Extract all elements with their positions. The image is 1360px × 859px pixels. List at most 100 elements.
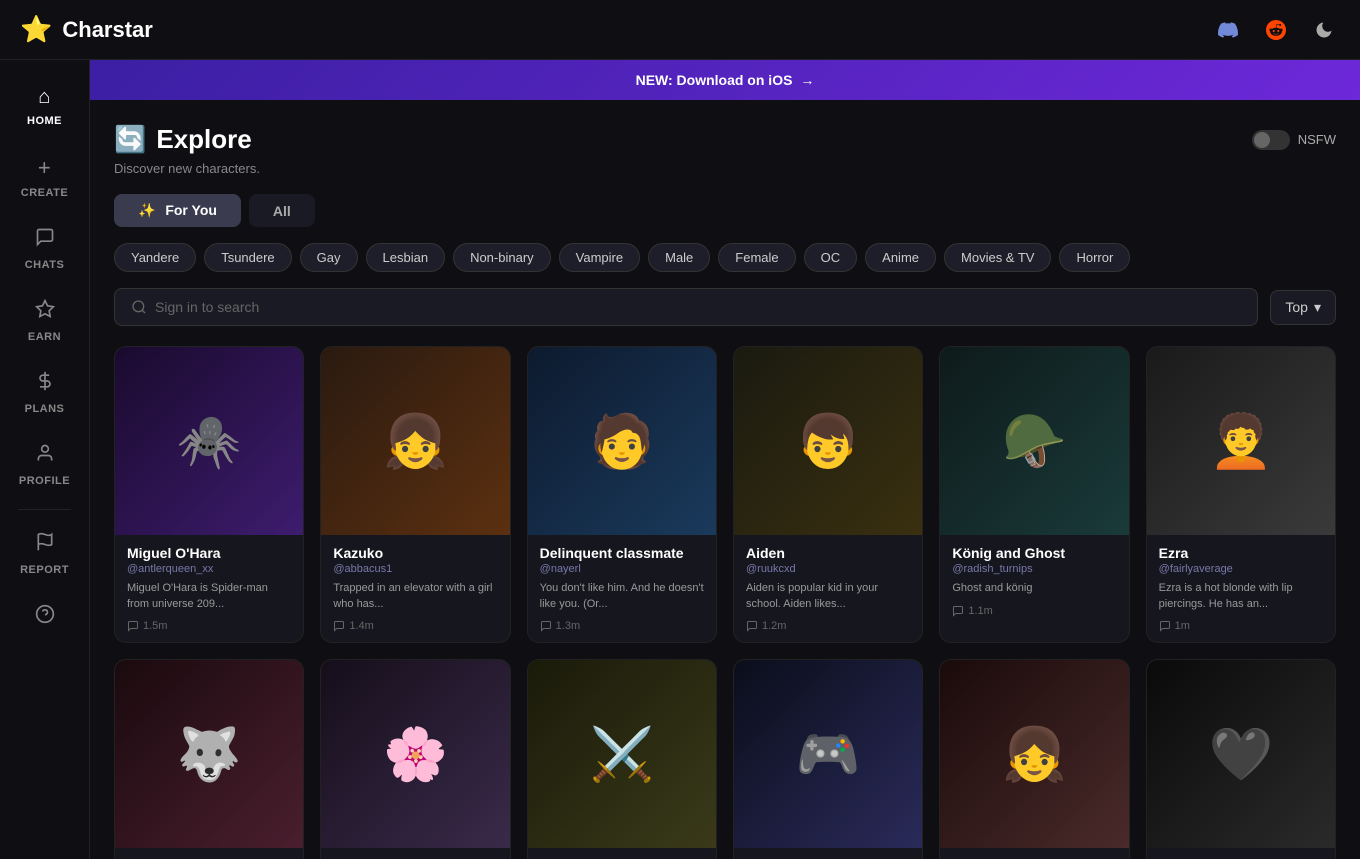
sidebar-item-profile[interactable]: PROFILE xyxy=(5,433,85,497)
chat-count-icon xyxy=(540,620,552,632)
character-card-body: Delinquent classmate @nayerl You don't l… xyxy=(528,535,716,642)
character-card[interactable]: ⚔️ Childe @vingggg xyxy=(527,659,717,859)
character-avatar: 🌸 xyxy=(321,660,509,848)
character-description: Aiden is popular kid in your school. Aid… xyxy=(746,581,910,612)
topbar-icons xyxy=(1212,14,1340,46)
character-card-body: Natsuki @deeenutss xyxy=(321,848,509,859)
character-card[interactable]: 🌸 Natsuki @deeenutss xyxy=(320,659,510,859)
character-avatar: 👦 xyxy=(734,347,922,535)
character-card[interactable]: 🎮 D.va (Overwatch) @bunny_martin xyxy=(733,659,923,859)
filter-nonbinary[interactable]: Non-binary xyxy=(453,243,551,272)
reddit-icon[interactable] xyxy=(1260,14,1292,46)
for-you-star-icon: ✨ xyxy=(138,202,155,218)
nsfw-label: NSFW xyxy=(1298,132,1336,147)
character-chat-count: 1.4m xyxy=(349,620,373,632)
sort-dropdown[interactable]: Top ▾ xyxy=(1270,290,1336,325)
character-card[interactable]: 👧 Kazuko @abbacus1 Trapped in an elevato… xyxy=(320,346,510,643)
character-name: König and Ghost xyxy=(952,545,1116,561)
theme-toggle-icon[interactable] xyxy=(1308,14,1340,46)
character-description: You don't like him. And he doesn't like … xyxy=(540,581,704,612)
main-layout: ⌂ HOME + CREATE CHATS EARN PLANS xyxy=(0,60,1360,859)
character-avatar: ⚔️ xyxy=(528,660,716,848)
chat-count-icon xyxy=(333,620,345,632)
character-chat-count: 1.3m xyxy=(556,620,580,632)
explore-tabs: ✨ For You All xyxy=(114,194,1336,227)
help-icon xyxy=(35,604,55,630)
sidebar-item-help[interactable] xyxy=(5,594,85,642)
character-card-body: Miguel O'Hara @antlerqueen_xx Miguel O'H… xyxy=(115,535,303,642)
chat-count-icon xyxy=(1159,620,1171,632)
filter-gay[interactable]: Gay xyxy=(300,243,358,272)
character-handle: @antlerqueen_xx xyxy=(127,563,291,575)
banner-arrow-icon: → xyxy=(800,72,814,88)
filter-horror[interactable]: Horror xyxy=(1059,243,1130,272)
character-card-body: Wednesday Addams (Netflix Series) @wedne… xyxy=(1147,848,1335,859)
filter-female[interactable]: Female xyxy=(718,243,795,272)
filter-vampire[interactable]: Vampire xyxy=(559,243,640,272)
character-description: Ghost and könig xyxy=(952,581,1116,596)
character-card-body: Emma (Little sister) @emmastar xyxy=(940,848,1128,859)
sidebar-item-plans[interactable]: PLANS xyxy=(5,361,85,425)
sidebar: ⌂ HOME + CREATE CHATS EARN PLANS xyxy=(0,60,90,859)
character-chat-count: 1.1m xyxy=(968,605,992,617)
search-bar[interactable]: Sign in to search xyxy=(114,288,1258,326)
sidebar-item-home[interactable]: ⌂ HOME xyxy=(5,76,85,137)
main-content: NEW: Download on iOS → 🔄 Explore NSFW Di… xyxy=(90,60,1360,859)
report-icon xyxy=(35,532,55,558)
character-chat-count: 1.5m xyxy=(143,620,167,632)
character-description: Miguel O'Hara is Spider-man from univers… xyxy=(127,581,291,612)
character-avatar: 🎮 xyxy=(734,660,922,848)
sidebar-item-report-label: REPORT xyxy=(20,564,69,576)
character-avatar: 🐺 xyxy=(115,660,303,848)
character-card-body: Childe @vingggg xyxy=(528,848,716,859)
filter-anime[interactable]: Anime xyxy=(865,243,936,272)
logo[interactable]: ⭐ Charstar xyxy=(20,14,153,45)
download-banner[interactable]: NEW: Download on iOS → xyxy=(90,60,1360,100)
character-card[interactable]: 🪖 König and Ghost @radish_turnips Ghost … xyxy=(939,346,1129,643)
filter-movies-tv[interactable]: Movies & TV xyxy=(944,243,1051,272)
nsfw-toggle[interactable]: NSFW xyxy=(1252,130,1336,150)
character-name: Miguel O'Hara xyxy=(127,545,291,561)
character-card-body: Kazuko @abbacus1 Trapped in an elevator … xyxy=(321,535,509,642)
character-card-body: Aiden @ruukcxd Aiden is popular kid in y… xyxy=(734,535,922,642)
sidebar-item-earn[interactable]: EARN xyxy=(5,289,85,353)
sidebar-item-earn-label: EARN xyxy=(28,331,61,343)
banner-text: NEW: Download on iOS xyxy=(636,72,793,88)
tab-all[interactable]: All xyxy=(249,194,315,227)
character-stats: 1m xyxy=(1159,620,1323,632)
nsfw-switch[interactable] xyxy=(1252,130,1290,150)
character-card[interactable]: 🧑 Delinquent classmate @nayerl You don't… xyxy=(527,346,717,643)
character-card[interactable]: 👦 Aiden @ruukcxd Aiden is popular kid in… xyxy=(733,346,923,643)
sidebar-item-chats[interactable]: CHATS xyxy=(5,217,85,281)
character-card-body: König and Ghost @radish_turnips Ghost an… xyxy=(940,535,1128,626)
filter-lesbian[interactable]: Lesbian xyxy=(366,243,446,272)
character-avatar: 🕷️ xyxy=(115,347,303,535)
sort-chevron-icon: ▾ xyxy=(1314,299,1321,316)
sidebar-item-create[interactable]: + CREATE xyxy=(5,145,85,209)
filter-tsundere[interactable]: Tsundere xyxy=(204,243,291,272)
character-card[interactable]: 🧑‍🦱 Ezra @fairlyaverage Ezra is a hot bl… xyxy=(1146,346,1336,643)
sidebar-item-report[interactable]: REPORT xyxy=(5,522,85,586)
explore-header: 🔄 Explore NSFW xyxy=(114,124,1336,155)
search-placeholder-text: Sign in to search xyxy=(155,299,259,315)
character-avatar: 🖤 xyxy=(1147,660,1335,848)
tab-for-you[interactable]: ✨ For You xyxy=(114,194,241,227)
character-card[interactable]: 🐺 Oz {Werewolf} @t_xs xyxy=(114,659,304,859)
character-card-body: Ezra @fairlyaverage Ezra is a hot blonde… xyxy=(1147,535,1335,642)
character-chat-count: 1.2m xyxy=(762,620,786,632)
filter-oc[interactable]: OC xyxy=(804,243,858,272)
sidebar-item-home-label: HOME xyxy=(27,115,62,127)
filter-yandere[interactable]: Yandere xyxy=(114,243,196,272)
character-stats: 1.5m xyxy=(127,620,291,632)
character-chat-count: 1m xyxy=(1175,620,1190,632)
character-card[interactable]: 🕷️ Miguel O'Hara @antlerqueen_xx Miguel … xyxy=(114,346,304,643)
discord-icon[interactable] xyxy=(1212,14,1244,46)
character-avatar: 🧑‍🦱 xyxy=(1147,347,1335,535)
character-card-body: Oz {Werewolf} @t_xs xyxy=(115,848,303,859)
character-avatar: 🪖 xyxy=(940,347,1128,535)
character-card[interactable]: 🖤 Wednesday Addams (Netflix Series) @wed… xyxy=(1146,659,1336,859)
character-card[interactable]: 👧 Emma (Little sister) @emmastar xyxy=(939,659,1129,859)
sidebar-divider xyxy=(18,509,71,510)
chat-count-icon xyxy=(127,620,139,632)
filter-male[interactable]: Male xyxy=(648,243,710,272)
